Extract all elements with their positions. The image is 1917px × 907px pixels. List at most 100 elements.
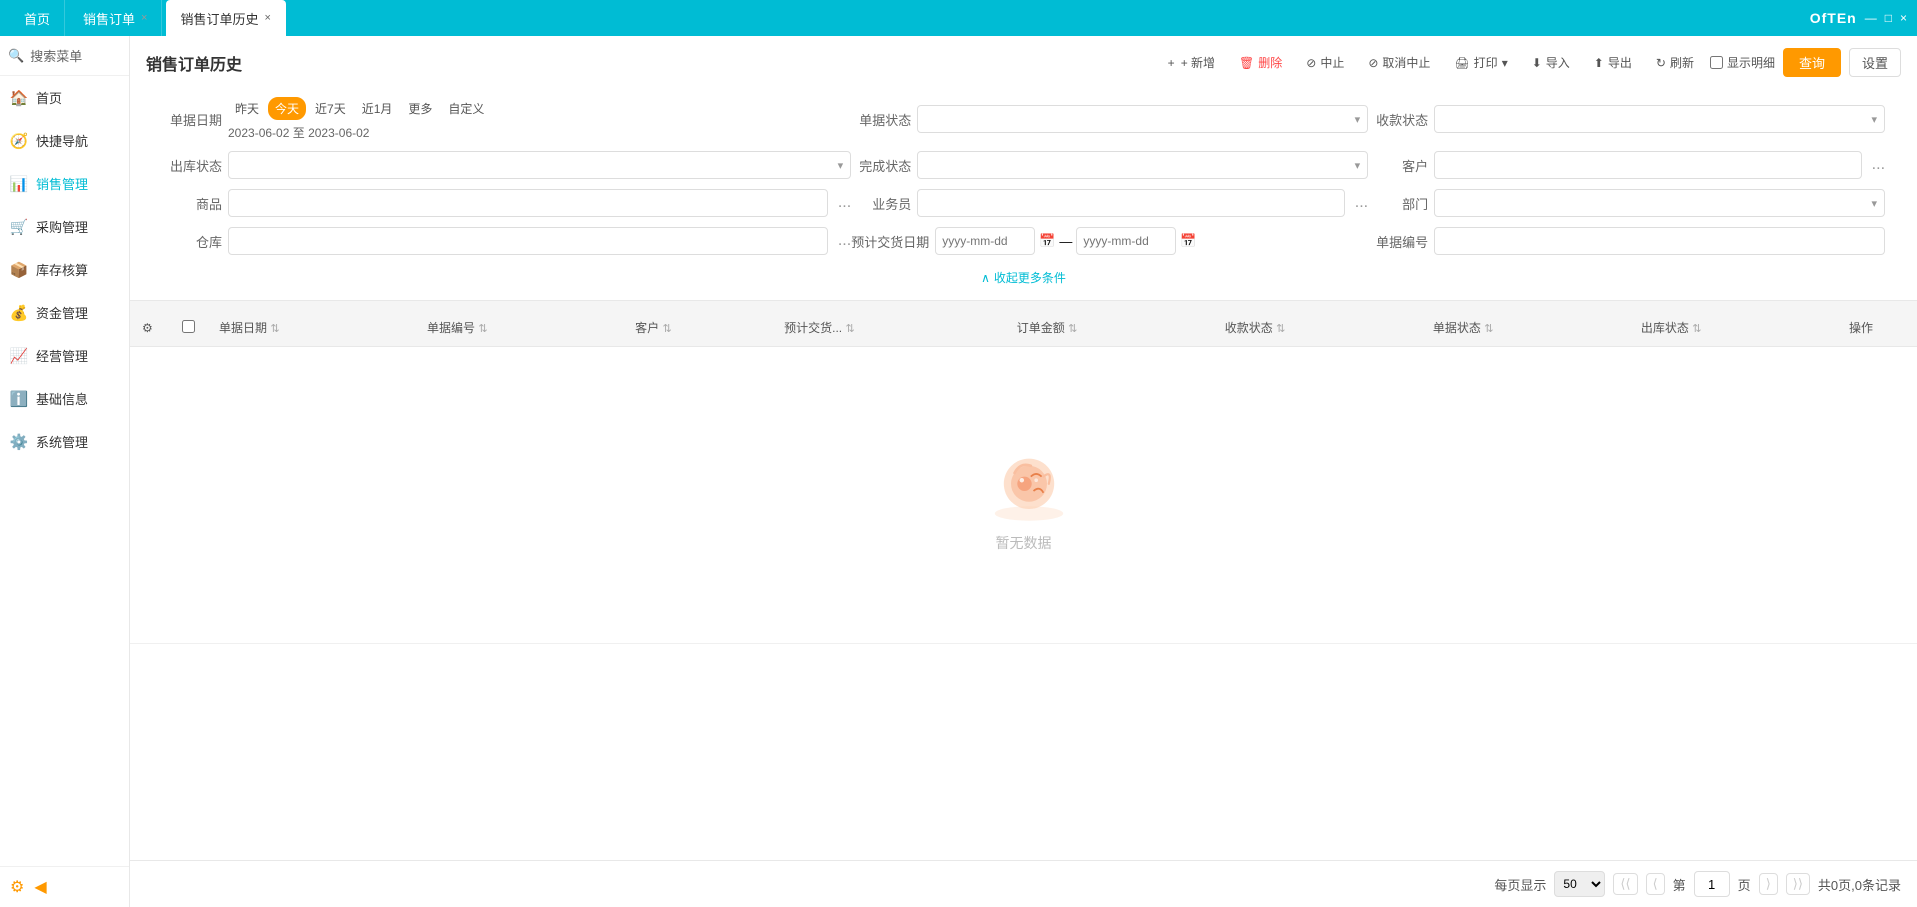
- window-close[interactable]: ×: [1900, 11, 1907, 25]
- sidebar-search[interactable]: 🔍 搜索菜单: [0, 36, 129, 76]
- expected-date-label: 预计交货日期: [851, 232, 929, 251]
- collapse-up-icon: ∧: [981, 271, 990, 285]
- th-customer[interactable]: 客户: [623, 309, 772, 347]
- print-button[interactable]: 🖨 打印 ▾: [1446, 50, 1515, 75]
- main-layout: 🔍 搜索菜单 🏠 首页 🧭 快捷导航 📊 销售管理 🛒 采购管理 📦 库存核算 …: [0, 36, 1917, 907]
- product-label: 商品: [162, 194, 222, 213]
- th-check[interactable]: [170, 309, 207, 347]
- th-out-stock-status[interactable]: 出库状态: [1629, 309, 1837, 347]
- prev-page-btn[interactable]: ⟨: [1646, 873, 1665, 895]
- cancel-stop-button[interactable]: ⊘ 取消中止: [1360, 50, 1438, 75]
- current-page-input[interactable]: 1: [1694, 871, 1730, 897]
- out-stock-status-wrap[interactable]: ▾: [228, 151, 851, 179]
- window-minimize[interactable]: —: [1865, 11, 1877, 25]
- sidebar-item-nav-label: 快捷导航: [36, 131, 88, 150]
- sidebar-item-nav[interactable]: 🧭 快捷导航: [0, 119, 129, 162]
- sidebar-settings-icon[interactable]: ⚙: [10, 877, 24, 897]
- out-stock-status-input[interactable]: [228, 151, 851, 179]
- expected-date-from[interactable]: [935, 227, 1035, 255]
- complete-status-input[interactable]: [917, 151, 1368, 179]
- th-order-amount[interactable]: 订单金额: [1005, 309, 1213, 347]
- date-dash: —: [1059, 234, 1072, 249]
- stop-button[interactable]: ⊘ 中止: [1298, 50, 1352, 75]
- date-btn-custom[interactable]: 自定义: [441, 97, 491, 120]
- bill-number-input[interactable]: [1434, 227, 1885, 255]
- export-button[interactable]: ⬆ 导出: [1586, 50, 1640, 75]
- page-header: 销售订单历史 + + 新增 🗑 删除 ⊘ 中止 ⊘: [130, 36, 1917, 301]
- sidebar-item-home[interactable]: 🏠 首页: [0, 76, 129, 119]
- department-wrap[interactable]: ▾: [1434, 189, 1885, 217]
- product-dots[interactable]: ...: [838, 194, 851, 212]
- tab-sales-history-close[interactable]: ×: [264, 12, 270, 24]
- th-expected-date[interactable]: 预计交货...: [772, 309, 1005, 347]
- product-input[interactable]: [228, 189, 828, 217]
- sidebar-item-inventory[interactable]: 📦 库存核算: [0, 248, 129, 291]
- filter-area: 单据日期 昨天 今天 近7天 近1月 更多 自定义 2023: [146, 87, 1901, 300]
- sidebar-item-info[interactable]: ℹ️ 基础信息: [0, 377, 129, 420]
- import-button[interactable]: ⬇ 导入: [1524, 50, 1578, 75]
- receipt-status-input[interactable]: [1434, 105, 1885, 133]
- sidebar-item-finance[interactable]: 💰 资金管理: [0, 291, 129, 334]
- query-button[interactable]: 查询: [1783, 48, 1841, 77]
- window-maximize[interactable]: □: [1885, 11, 1892, 25]
- next-page-btn[interactable]: ⟩: [1759, 873, 1778, 895]
- sidebar-item-inventory-label: 库存核算: [36, 260, 88, 279]
- date-btn-7days[interactable]: 近7天: [308, 97, 353, 120]
- receipt-status-select-wrap[interactable]: ▾: [1434, 105, 1885, 133]
- th-gear[interactable]: ⚙: [130, 309, 170, 347]
- th-receipt-status[interactable]: 收款状态: [1213, 309, 1421, 347]
- collapse-more[interactable]: ∧ 收起更多条件: [162, 265, 1885, 294]
- sidebar-item-sales[interactable]: 📊 销售管理: [0, 162, 129, 205]
- new-button[interactable]: + + 新增: [1160, 50, 1223, 75]
- search-icon: 🔍: [8, 48, 24, 64]
- last-page-btn[interactable]: ⟩⟩: [1786, 873, 1810, 895]
- th-bill-number[interactable]: 单据编号: [415, 309, 623, 347]
- sidebar-item-system[interactable]: ⚙️ 系统管理: [0, 420, 129, 463]
- toolbar: + + 新增 🗑 删除 ⊘ 中止 ⊘ 取消中止: [1160, 48, 1901, 77]
- refresh-icon: ↻: [1656, 56, 1666, 70]
- bill-status-select-wrap[interactable]: ▾: [917, 105, 1368, 133]
- cal-icon-to[interactable]: 📅: [1180, 233, 1196, 249]
- department-input[interactable]: [1434, 189, 1885, 217]
- expected-date-to[interactable]: [1076, 227, 1176, 255]
- cal-icon-from[interactable]: 📅: [1039, 233, 1055, 249]
- nav-icon: 🧭: [10, 132, 28, 150]
- select-all-checkbox[interactable]: [182, 320, 195, 333]
- sidebar-item-purchase[interactable]: 🛒 采购管理: [0, 205, 129, 248]
- refresh-button[interactable]: ↻ 刷新: [1648, 50, 1702, 75]
- page-size-select[interactable]: 50 10 20 100: [1554, 871, 1605, 897]
- sidebar-item-operation[interactable]: 📈 经营管理: [0, 334, 129, 377]
- expected-date-inputs: 📅 — 📅: [935, 227, 1196, 255]
- setting-button[interactable]: 设置: [1849, 48, 1901, 77]
- delete-button[interactable]: 🗑 删除: [1231, 50, 1290, 75]
- tab-sales-history-label: 销售订单历史: [180, 9, 258, 28]
- warehouse-dots[interactable]: ...: [838, 232, 851, 250]
- salesman-dots[interactable]: ...: [1355, 194, 1368, 212]
- date-btn-yesterday[interactable]: 昨天: [228, 97, 266, 120]
- th-bill-date[interactable]: 单据日期: [207, 309, 415, 347]
- bill-status-input[interactable]: [917, 105, 1368, 133]
- tab-sales-order-close[interactable]: ×: [141, 12, 147, 24]
- tab-sales-order[interactable]: 销售订单 ×: [69, 0, 162, 36]
- sidebar-collapse-icon[interactable]: ◀: [34, 877, 46, 897]
- first-page-btn[interactable]: ⟨⟨: [1613, 873, 1637, 895]
- tab-home[interactable]: 首页: [10, 0, 65, 36]
- display-detail-checkbox[interactable]: [1710, 56, 1723, 69]
- date-btn-group: 昨天 今天 近7天 近1月 更多 自定义: [228, 97, 851, 120]
- customer-input[interactable]: [1434, 151, 1862, 179]
- warehouse-input[interactable]: [228, 227, 828, 255]
- customer-dots[interactable]: ...: [1872, 156, 1885, 174]
- th-order-amount-label: 订单金额: [1017, 321, 1065, 335]
- date-btn-more[interactable]: 更多: [401, 97, 439, 120]
- tab-home-label: 首页: [24, 9, 50, 28]
- th-bill-status[interactable]: 单据状态: [1421, 309, 1629, 347]
- customer-label: 客户: [1368, 156, 1428, 175]
- salesman-input[interactable]: [917, 189, 1345, 217]
- complete-status-wrap[interactable]: ▾: [917, 151, 1368, 179]
- export-label: 导出: [1608, 54, 1632, 71]
- tab-sales-history[interactable]: 销售订单历史 ×: [166, 0, 285, 36]
- filter-salesman: 业务员 ...: [851, 189, 1368, 217]
- top-bar-tabs: 首页 销售订单 × 销售订单历史 ×: [10, 0, 286, 36]
- date-btn-today[interactable]: 今天: [268, 97, 306, 120]
- date-btn-1month[interactable]: 近1月: [355, 97, 400, 120]
